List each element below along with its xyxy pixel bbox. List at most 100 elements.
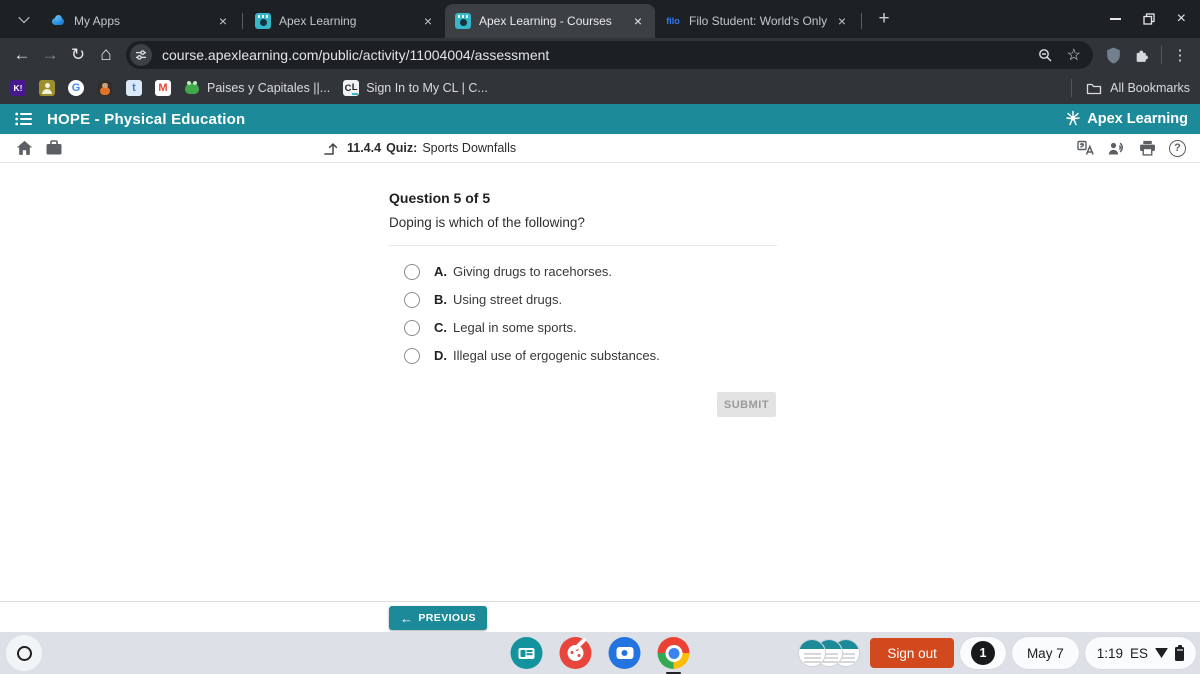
tab-title: Apex Learning - Courses [479, 14, 612, 28]
battery-icon [1175, 644, 1184, 661]
close-icon[interactable]: × [1177, 11, 1186, 27]
date-pill[interactable]: May 7 [1011, 637, 1079, 669]
bookmark-pet[interactable] [97, 80, 113, 96]
question-counter: Question 5 of 5 [389, 190, 491, 206]
activity-toolbar: 11.4.4 Quiz: Sports Downfalls ? [0, 134, 1200, 163]
chromeos-shelf: Sign out 1 May 7 1:19 ES [0, 632, 1200, 674]
contacts-app-icon[interactable] [510, 637, 543, 669]
translate-icon[interactable] [1077, 140, 1095, 156]
shield-icon[interactable] [1099, 41, 1127, 69]
site-settings-icon[interactable] [130, 44, 152, 66]
bookmark-star-icon[interactable]: ☆ [1067, 45, 1081, 65]
tab-title: My Apps [74, 14, 121, 28]
extensions-puzzle-icon[interactable] [1127, 41, 1155, 69]
reload-icon[interactable]: ↻ [64, 41, 92, 69]
quiz-footer: ← PREVIOUS [0, 601, 1200, 632]
radio-button[interactable] [404, 291, 420, 308]
apex-logo-icon [1064, 110, 1082, 128]
return-up-icon[interactable] [322, 140, 338, 156]
tab-search-button[interactable] [10, 5, 38, 33]
activity-title: 11.4.4 Quiz: Sports Downfalls [322, 134, 516, 162]
browser-toolbar: ← → ↻ ⌂ course.apexlearning.com/public/a… [0, 38, 1200, 72]
bookmark-mycl[interactable]: CL Sign In to My CL | C... [343, 80, 488, 96]
print-icon[interactable] [1139, 140, 1156, 156]
tab-strip: My Apps × Apex Learning × Apex Learning … [0, 0, 1200, 38]
close-icon[interactable]: × [214, 12, 232, 30]
help-icon[interactable]: ? [1169, 139, 1186, 157]
chrome-ring [665, 644, 682, 662]
home-icon[interactable]: ⌂ [92, 41, 120, 69]
bookmark-google[interactable]: G [68, 80, 84, 96]
quiz-content: Question 5 of 5 Doping is which of the f… [0, 163, 1200, 601]
classlink-cloud-icon [50, 13, 66, 29]
activity-code: 11.4.4 [347, 141, 382, 155]
close-icon[interactable]: × [833, 12, 851, 30]
option-letter: D. [434, 348, 447, 363]
previous-button[interactable]: ← PREVIOUS [389, 606, 487, 630]
url-text[interactable]: course.apexlearning.com/public/activity/… [162, 47, 1024, 63]
tab-apex-learning[interactable]: Apex Learning × [245, 4, 445, 38]
tab-title: Apex Learning [279, 14, 357, 28]
chevron-down-icon [18, 11, 30, 24]
question-divider [389, 245, 777, 246]
folder-icon [1086, 81, 1102, 95]
pet-avatar-icon [97, 80, 113, 96]
radio-button[interactable] [404, 347, 420, 364]
new-tab-button[interactable]: + [870, 5, 898, 33]
kahoot-icon: K! [10, 80, 26, 96]
tab-apex-learning-courses[interactable]: Apex Learning - Courses × [445, 4, 655, 38]
tab-filo-student[interactable]: filo Filo Student: World's Only Live × [655, 4, 859, 38]
bookmark-kahoot[interactable]: K! [10, 80, 26, 96]
option-letter: B. [434, 292, 447, 307]
radio-button[interactable] [404, 319, 420, 336]
apex-favicon [255, 13, 271, 29]
back-icon[interactable]: ← [8, 41, 36, 69]
tab-my-apps[interactable]: My Apps × [40, 4, 240, 38]
briefcase-icon[interactable] [45, 140, 63, 156]
camera-app-icon[interactable] [608, 637, 641, 669]
option-a[interactable]: A. Giving drugs to racehorses. [404, 263, 660, 280]
close-icon[interactable]: × [629, 12, 647, 30]
sign-out-button[interactable]: Sign out [870, 638, 954, 668]
outline-menu-icon[interactable] [15, 112, 33, 126]
date-label: May 7 [1026, 645, 1064, 661]
radio-button[interactable] [404, 263, 420, 280]
status-area[interactable]: 1:19 ES [1084, 637, 1196, 669]
zoom-out-icon[interactable] [1038, 48, 1053, 63]
bookmark-paises[interactable]: Paises y Capitales ||... [184, 80, 330, 96]
bookmark-label: Sign In to My CL | C... [366, 81, 488, 95]
option-b[interactable]: B. Using street drugs. [404, 291, 660, 308]
option-letter: C. [434, 320, 447, 335]
left-arrow-icon: ← [400, 610, 414, 626]
chromeos-screen: My Apps × Apex Learning × Apex Learning … [0, 0, 1200, 674]
close-icon[interactable]: × [419, 12, 437, 30]
tote-previews[interactable] [798, 637, 862, 669]
option-d[interactable]: D. Illegal use of ergogenic substances. [404, 347, 660, 364]
bookmark-t[interactable]: t [126, 80, 142, 96]
canvas-app-icon[interactable] [559, 637, 592, 669]
option-letter: A. [434, 264, 447, 279]
chrome-app-icon[interactable] [657, 637, 690, 669]
apex-brand: Apex Learning [1064, 110, 1188, 128]
tab-separator [861, 13, 862, 29]
launcher-button[interactable] [6, 635, 42, 671]
bookmarks-separator [1071, 79, 1073, 97]
menu-kebab-icon[interactable]: ⋮ [1168, 46, 1192, 64]
read-aloud-icon[interactable] [1108, 141, 1126, 156]
notification-pill[interactable]: 1 [959, 637, 1006, 669]
all-bookmarks-button[interactable]: All Bookmarks [1065, 79, 1190, 97]
bookmarks-bar: K! G t M Paises y Capitales ||... CL Sig… [0, 72, 1200, 104]
option-c[interactable]: C. Legal in some sports. [404, 319, 660, 336]
google-icon: G [68, 80, 84, 96]
answer-options: A. Giving drugs to racehorses. B. Using … [404, 263, 660, 364]
course-title: HOPE - Physical Education [47, 110, 246, 128]
bookmark-classroom[interactable] [39, 80, 55, 96]
address-bar[interactable]: course.apexlearning.com/public/activity/… [126, 41, 1093, 69]
restore-icon[interactable] [1143, 13, 1155, 25]
bookmark-gmail[interactable]: M [155, 80, 171, 96]
home-icon[interactable] [16, 140, 33, 156]
minimize-icon[interactable] [1109, 18, 1121, 20]
status-tray: Sign out 1 May 7 1:19 ES [798, 637, 1196, 669]
forward-icon[interactable]: → [36, 41, 64, 69]
submit-button[interactable]: SUBMIT [717, 392, 776, 417]
